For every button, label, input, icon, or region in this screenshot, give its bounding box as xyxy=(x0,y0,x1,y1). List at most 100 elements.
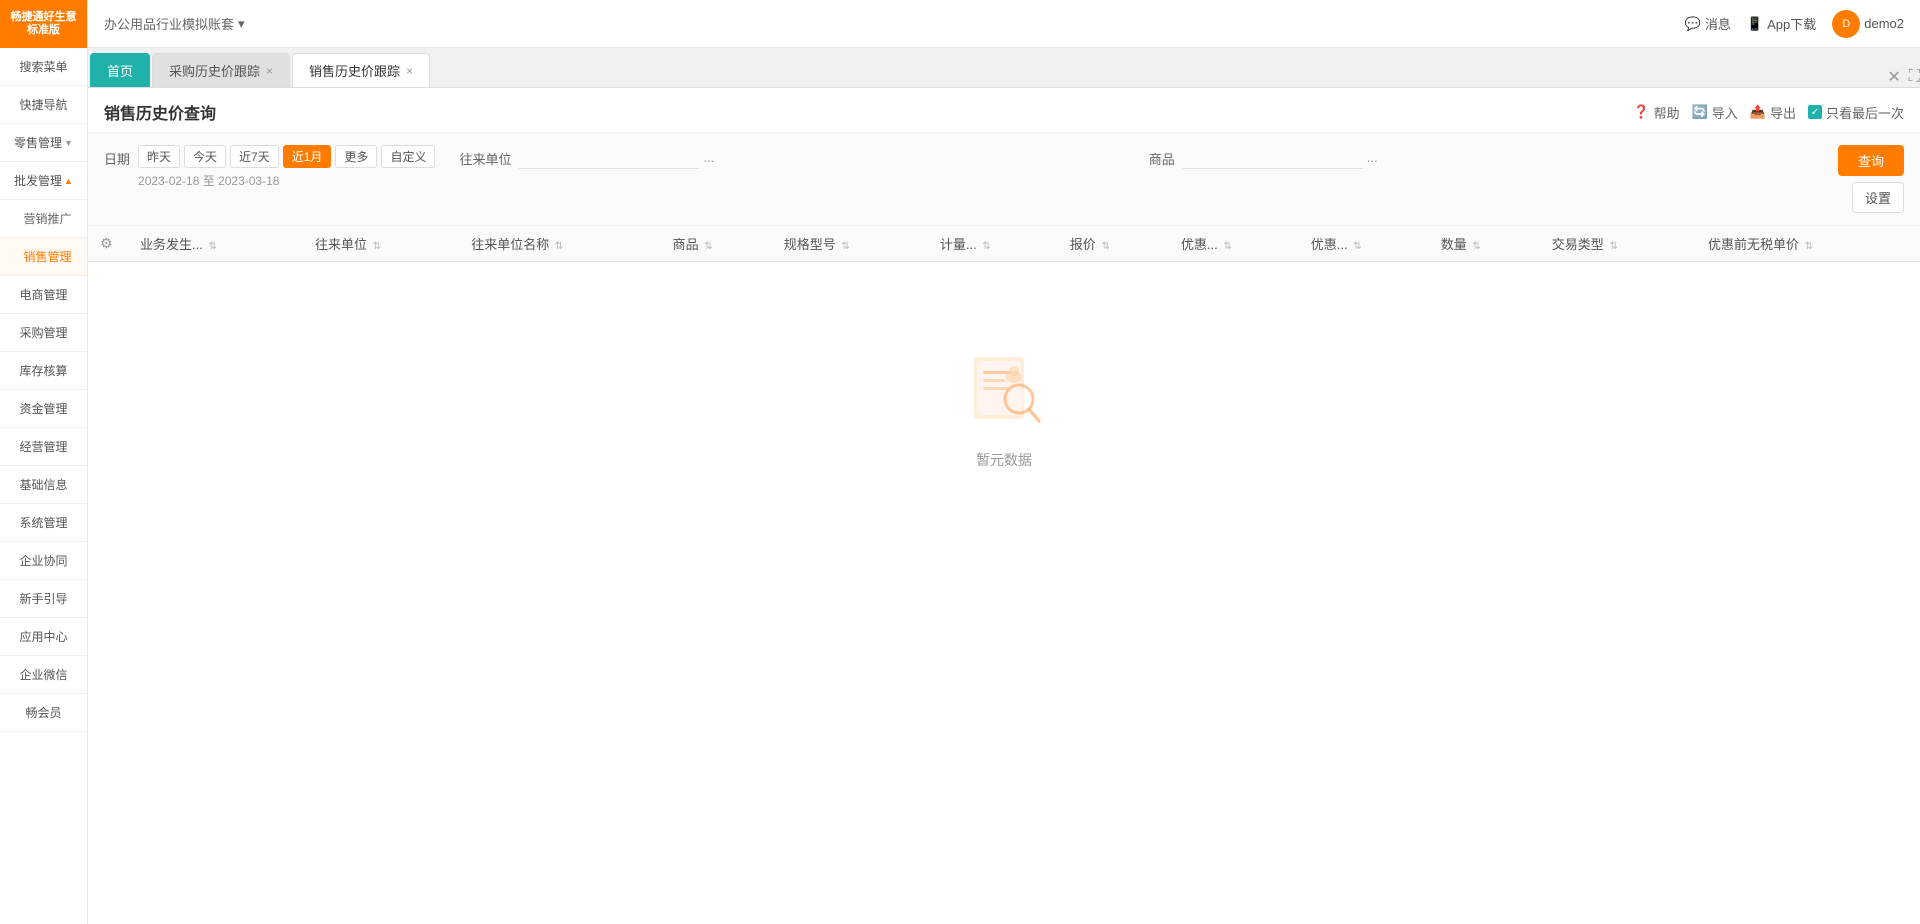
only-last-checkbox-checked-icon: ✓ xyxy=(1808,105,1822,119)
date-filter-group: 日期 昨天 今天 近7天 近1月 更多 自定义 2023-02-18 至 202… xyxy=(104,145,435,189)
date-btn-1month[interactable]: 近1月 xyxy=(283,145,332,168)
data-table: ⚙ 业务发生... ⇅ 往来单位 ⇅ 往来单位名称 ⇅ xyxy=(88,226,1920,262)
wholesale-mgmt-arrow-icon: ▲ xyxy=(64,176,73,186)
date-btn-custom[interactable]: 自定义 xyxy=(381,145,435,168)
help-label: 帮助 xyxy=(1654,103,1680,122)
message-action[interactable]: 💬 消息 xyxy=(1685,14,1731,33)
sidebar: 畅捷通好生意 标准版 搜索菜单 快捷导航 零售管理 ▼ 批发管理 ▲ 营销推广 … xyxy=(0,0,88,924)
sidebar-item-ecommerce-mgmt[interactable]: 电商管理 xyxy=(0,276,87,314)
app-download-action[interactable]: 📱 App下载 xyxy=(1747,14,1816,33)
sidebar-item-finance-mgmt[interactable]: 资金管理 xyxy=(0,390,87,428)
tab-purchase-history[interactable]: 采购历史价跟踪 × xyxy=(152,53,290,87)
table-head: ⚙ 业务发生... ⇅ 往来单位 ⇅ 往来单位名称 ⇅ xyxy=(88,226,1920,262)
counterpart-filter-group: 往来单位 ... xyxy=(459,145,1124,169)
table-col-trade-type[interactable]: 交易类型 ⇅ xyxy=(1540,226,1696,262)
table-col-counterpart-name[interactable]: 往来单位名称 ⇅ xyxy=(459,226,660,262)
sidebar-item-enterprise-collab[interactable]: 企业协同 xyxy=(0,542,87,580)
sidebar-item-member[interactable]: 畅会员 xyxy=(0,694,87,732)
table-col-trade-type-label: 交易类型 xyxy=(1552,237,1604,252)
sidebar-item-quick-nav[interactable]: 快捷导航 xyxy=(0,86,87,124)
purchase-mgmt-label: 采购管理 xyxy=(19,324,67,341)
table-header-row: ⚙ 业务发生... ⇅ 往来单位 ⇅ 往来单位名称 ⇅ xyxy=(88,226,1920,262)
sort-arrows-discount2: ⇅ xyxy=(1353,241,1361,252)
table-settings-icon[interactable]: ⚙ xyxy=(100,235,113,251)
table-col-settings: ⚙ xyxy=(88,226,128,262)
page-title: 销售历史价查询 xyxy=(104,100,216,124)
app-download-icon: 📱 xyxy=(1747,16,1763,32)
table-col-business-date[interactable]: 业务发生... ⇅ xyxy=(128,226,303,262)
counterpart-filter-label: 往来单位 xyxy=(459,145,511,168)
date-btn-more[interactable]: 更多 xyxy=(335,145,377,168)
sidebar-item-system-mgmt[interactable]: 系统管理 xyxy=(0,504,87,542)
ecommerce-mgmt-label: 电商管理 xyxy=(19,286,67,303)
sidebar-item-marketing[interactable]: 营销推广 xyxy=(0,200,87,238)
only-last-checkbox-label[interactable]: ✓ 只看最后一次 xyxy=(1808,103,1904,122)
table-container: ⚙ 业务发生... ⇅ 往来单位 ⇅ 往来单位名称 ⇅ xyxy=(88,226,1920,262)
tab-home-label: 首页 xyxy=(107,61,133,80)
sidebar-item-wholesale-mgmt[interactable]: 批发管理 ▲ xyxy=(0,162,87,200)
help-icon: ❓ xyxy=(1633,104,1649,120)
sidebar-item-app-center[interactable]: 应用中心 xyxy=(0,618,87,656)
wholesale-mgmt-label: 批发管理 xyxy=(14,172,62,189)
empty-illustration xyxy=(954,342,1054,442)
window-controls: ✕ ⛶ xyxy=(1887,67,1920,87)
window-close-icon[interactable]: ✕ xyxy=(1887,67,1900,87)
sidebar-item-purchase-mgmt[interactable]: 采购管理 xyxy=(0,314,87,352)
export-label: 导出 xyxy=(1770,103,1796,122)
sidebar-item-basic-info[interactable]: 基础信息 xyxy=(0,466,87,504)
import-action[interactable]: 🔄 导入 xyxy=(1692,103,1738,122)
table-col-discount2[interactable]: 优惠... ⇅ xyxy=(1299,226,1429,262)
product-input[interactable] xyxy=(1183,145,1363,169)
help-action[interactable]: ❓ 帮助 xyxy=(1633,103,1679,122)
table-col-discount1[interactable]: 优惠... ⇅ xyxy=(1169,226,1299,262)
table-col-counterpart-code-label: 往来单位 xyxy=(315,237,367,252)
date-btn-7days[interactable]: 近7天 xyxy=(230,145,279,168)
sidebar-item-enterprise-wechat[interactable]: 企业微信 xyxy=(0,656,87,694)
table-col-pre-tax-price-label: 优惠前无税单价 xyxy=(1708,237,1799,252)
sort-arrows-product: ⇅ xyxy=(704,241,712,252)
table-col-product-label: 商品 xyxy=(673,237,699,252)
table-col-quantity[interactable]: 数量 ⇅ xyxy=(1429,226,1540,262)
table-col-counterpart-code[interactable]: 往来单位 ⇅ xyxy=(303,226,459,262)
table-col-spec[interactable]: 规格型号 ⇅ xyxy=(772,226,928,262)
tab-purchase-history-close-icon[interactable]: × xyxy=(266,64,273,78)
export-action[interactable]: 📤 导出 xyxy=(1750,103,1796,122)
user-profile-action[interactable]: D demo2 xyxy=(1832,10,1904,38)
counterpart-dots-icon[interactable]: ... xyxy=(703,150,714,165)
enterprise-wechat-label: 企业微信 xyxy=(19,666,67,683)
date-btn-today[interactable]: 今天 xyxy=(184,145,226,168)
empty-text: 暂元数据 xyxy=(976,450,1032,470)
inventory-label: 库存核算 xyxy=(19,362,67,379)
sidebar-item-retail-mgmt[interactable]: 零售管理 ▼ xyxy=(0,124,87,162)
sort-arrows-unit: ⇅ xyxy=(982,241,990,252)
sidebar-item-inventory[interactable]: 库存核算 xyxy=(0,352,87,390)
sidebar-item-search-menu[interactable]: 搜索菜单 xyxy=(0,48,87,86)
table-col-pre-tax-price[interactable]: 优惠前无税单价 ⇅ xyxy=(1696,226,1920,262)
product-dots-icon[interactable]: ... xyxy=(1367,150,1378,165)
tab-home[interactable]: 首页 xyxy=(90,53,150,87)
counterpart-input[interactable] xyxy=(519,145,699,169)
sidebar-item-guide[interactable]: 新手引导 xyxy=(0,580,87,618)
sort-arrows-counterpart-name: ⇅ xyxy=(555,241,563,252)
settings-button[interactable]: 设置 xyxy=(1852,182,1904,213)
query-button[interactable]: 查询 xyxy=(1838,145,1904,176)
tab-sales-history[interactable]: 销售历史价跟踪 × xyxy=(292,53,430,87)
table-col-discount1-label: 优惠... xyxy=(1181,237,1218,252)
sidebar-item-sales-mgmt[interactable]: 销售管理 xyxy=(0,238,87,276)
table-col-quoted-price[interactable]: 报价 ⇅ xyxy=(1058,226,1169,262)
topbar: 办公用品行业模拟账套 ▾ 💬 消息 📱 App下载 D demo2 xyxy=(88,0,1920,48)
date-filter-label: 日期 xyxy=(104,145,130,168)
quick-nav-label: 快捷导航 xyxy=(19,96,67,113)
table-col-unit[interactable]: 计量... ⇅ xyxy=(928,226,1058,262)
table-col-product[interactable]: 商品 ⇅ xyxy=(661,226,772,262)
topbar-dropdown-icon[interactable]: ▾ xyxy=(238,16,245,32)
counterpart-input-group: ... xyxy=(519,145,1124,169)
sort-arrows-quoted-price: ⇅ xyxy=(1101,241,1109,252)
date-btn-yesterday[interactable]: 昨天 xyxy=(138,145,180,168)
window-maximize-icon[interactable]: ⛶ xyxy=(1909,68,1920,86)
import-label: 导入 xyxy=(1712,103,1738,122)
retail-mgmt-label: 零售管理 xyxy=(14,134,62,151)
sidebar-item-operation-mgmt[interactable]: 经营管理 xyxy=(0,428,87,466)
tab-sales-history-close-icon[interactable]: × xyxy=(406,64,413,78)
marketing-label: 营销推广 xyxy=(23,210,71,227)
